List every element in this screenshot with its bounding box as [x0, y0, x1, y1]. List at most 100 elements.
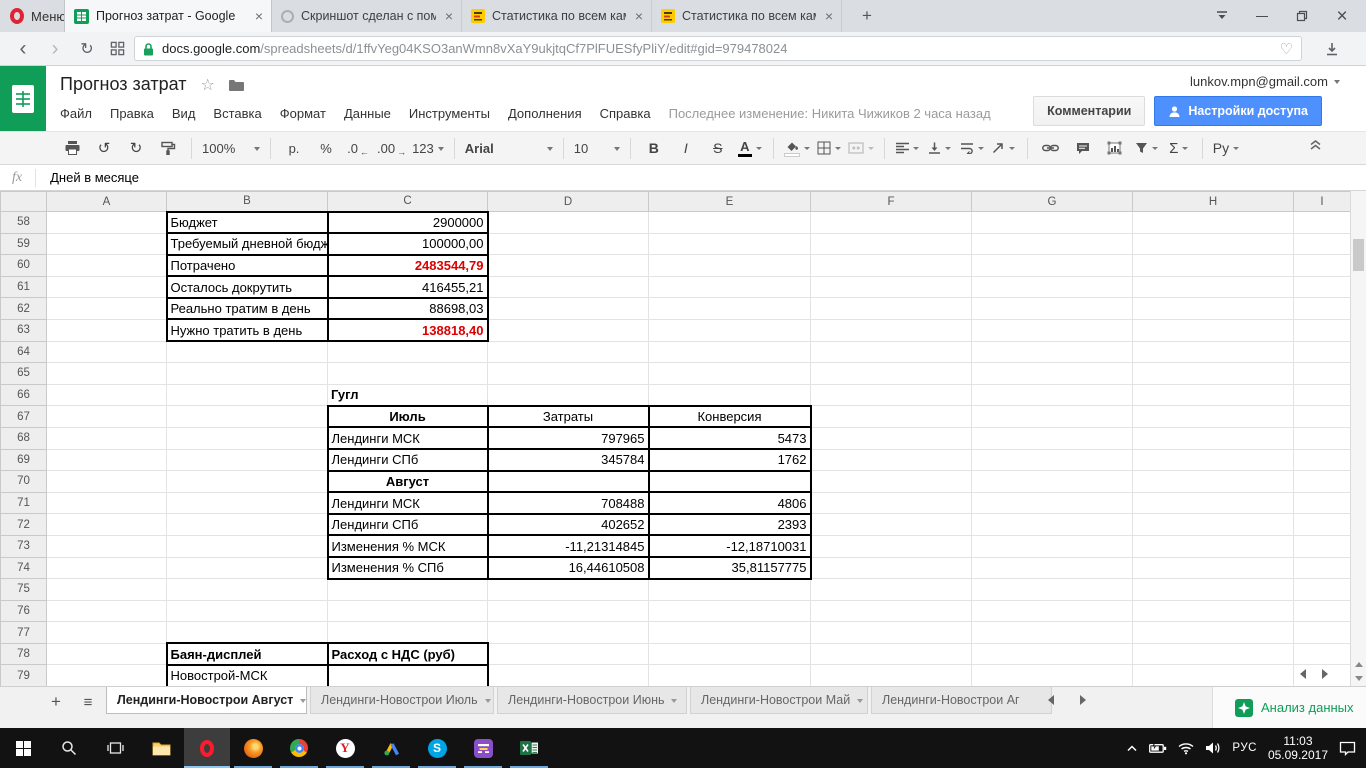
sheet-scroll-right-icon[interactable]: [1080, 695, 1091, 705]
cell-E69[interactable]: 1762: [647, 448, 812, 472]
cell-C64[interactable]: [327, 340, 488, 364]
cell-G65[interactable]: [971, 362, 1133, 385]
cell-F79[interactable]: [810, 664, 972, 686]
cell-D67[interactable]: Затраты: [486, 404, 650, 429]
font-size-select[interactable]: 10: [571, 136, 623, 160]
cell-G59[interactable]: [971, 232, 1133, 256]
cell-H69[interactable]: [1132, 448, 1294, 472]
cell-C73[interactable]: Изменения % МСК: [326, 534, 489, 558]
cell-A79[interactable]: [46, 664, 167, 686]
cell-B68[interactable]: [166, 426, 328, 450]
cell-H77[interactable]: [1132, 621, 1294, 644]
all-sheets-icon[interactable]: ≡: [74, 689, 102, 715]
cell-H59[interactable]: [1132, 232, 1294, 256]
cell-D60[interactable]: [487, 254, 649, 277]
tab-menu-icon[interactable]: [1202, 0, 1242, 32]
cell-A59[interactable]: [46, 232, 167, 256]
cell-D59[interactable]: [487, 232, 649, 256]
cell-C69[interactable]: Лендинги СПб: [326, 448, 489, 472]
cell-D68[interactable]: 797965: [486, 426, 650, 451]
borders-button[interactable]: [813, 136, 845, 160]
cell-D78[interactable]: [487, 642, 649, 666]
taskbar-chrome-button[interactable]: [276, 728, 322, 768]
tab-close-icon[interactable]: ×: [633, 9, 645, 23]
hidden-icons-chevron[interactable]: [1126, 744, 1138, 752]
redo-button[interactable]: ↻: [120, 136, 152, 160]
browser-tab-2[interactable]: Скриншот сделан с помо ×: [272, 0, 462, 32]
cell-H70[interactable]: [1132, 470, 1294, 493]
cell-D65[interactable]: [487, 362, 649, 385]
sheet-tab-2[interactable]: Лендинги-Новострои Июль: [310, 687, 494, 714]
restore-button[interactable]: [1282, 0, 1322, 32]
star-icon[interactable]: ☆: [201, 75, 215, 95]
cell-A62[interactable]: [46, 297, 167, 320]
taskbar-purple-app-button[interactable]: [460, 728, 506, 768]
cell-C74[interactable]: Изменения % СПб: [326, 556, 489, 580]
scroll-left-icon[interactable]: [1295, 669, 1306, 679]
cell-A73[interactable]: [46, 534, 167, 558]
row-header-69[interactable]: 69: [0, 448, 47, 472]
cell-B59[interactable]: Требуемый дневной бюдж: [165, 232, 329, 256]
sheet-tab-5[interactable]: Лендинги-Новострои Аг: [871, 687, 1052, 714]
cell-E76[interactable]: [648, 599, 811, 623]
cell-B66[interactable]: [166, 383, 328, 407]
new-tab-button[interactable]: +: [852, 0, 882, 32]
cell-D61[interactable]: [487, 275, 649, 299]
start-button[interactable]: [0, 728, 46, 768]
cell-A67[interactable]: [46, 405, 167, 428]
cell-E62[interactable]: [648, 297, 811, 320]
cell-E64[interactable]: [648, 340, 811, 364]
cell-G74[interactable]: [971, 556, 1133, 580]
cell-D63[interactable]: [487, 318, 649, 342]
battery-icon[interactable]: [1149, 742, 1167, 754]
row-header-61[interactable]: 61: [0, 275, 47, 299]
row-header-71[interactable]: 71: [0, 491, 47, 515]
cell-I71[interactable]: [1293, 491, 1350, 515]
row-header-70[interactable]: 70: [0, 470, 47, 493]
url-input[interactable]: docs.google.com/spreadsheets/d/1ffvYeg04…: [134, 36, 1302, 61]
cell-B72[interactable]: [166, 513, 328, 536]
volume-icon[interactable]: [1205, 742, 1221, 754]
cell-B70[interactable]: [166, 470, 328, 493]
taskbar-clock[interactable]: 11:03 05.09.2017: [1268, 734, 1328, 762]
cell-F77[interactable]: [810, 621, 972, 644]
cell-E60[interactable]: [648, 254, 811, 277]
cell-C75[interactable]: [327, 578, 488, 601]
cell-E66[interactable]: [648, 383, 811, 407]
cell-E77[interactable]: [648, 621, 811, 644]
taskbar-search-button[interactable]: [46, 728, 92, 768]
select-all-corner[interactable]: [0, 191, 47, 212]
row-header-77[interactable]: 77: [0, 621, 47, 644]
cell-E75[interactable]: [648, 578, 811, 601]
cell-C68[interactable]: Лендинги МСК: [326, 426, 489, 451]
filter-button[interactable]: [1131, 136, 1163, 160]
cell-H79[interactable]: [1132, 664, 1294, 686]
keyboard-language[interactable]: РУС: [1232, 742, 1257, 754]
row-header-72[interactable]: 72: [0, 513, 47, 536]
cell-F63[interactable]: [810, 318, 972, 342]
menu-tools[interactable]: Инструменты: [400, 103, 499, 124]
cell-D76[interactable]: [487, 599, 649, 623]
speed-dial-icon[interactable]: [104, 32, 130, 65]
cell-A69[interactable]: [46, 448, 167, 472]
cell-H75[interactable]: [1132, 578, 1294, 601]
file-explorer-button[interactable]: [138, 728, 184, 768]
task-view-button[interactable]: [92, 728, 138, 768]
cell-A66[interactable]: [46, 383, 167, 407]
cell-F75[interactable]: [810, 578, 972, 601]
cell-C61[interactable]: 416455,21: [326, 275, 489, 299]
cell-F70[interactable]: [810, 470, 972, 493]
more-formats-button[interactable]: 123: [409, 136, 447, 160]
cell-D70[interactable]: [486, 469, 650, 494]
functions-button[interactable]: Σ: [1163, 136, 1195, 160]
comments-button[interactable]: Комментарии: [1033, 96, 1146, 126]
cell-H65[interactable]: [1132, 362, 1294, 385]
row-header-68[interactable]: 68: [0, 426, 47, 450]
row-header-65[interactable]: 65: [0, 362, 47, 385]
cell-A75[interactable]: [46, 578, 167, 601]
cell-F61[interactable]: [810, 275, 972, 299]
cell-B73[interactable]: [166, 534, 328, 558]
cell-A74[interactable]: [46, 556, 167, 580]
cell-G75[interactable]: [971, 578, 1133, 601]
row-header-78[interactable]: 78: [0, 642, 47, 666]
